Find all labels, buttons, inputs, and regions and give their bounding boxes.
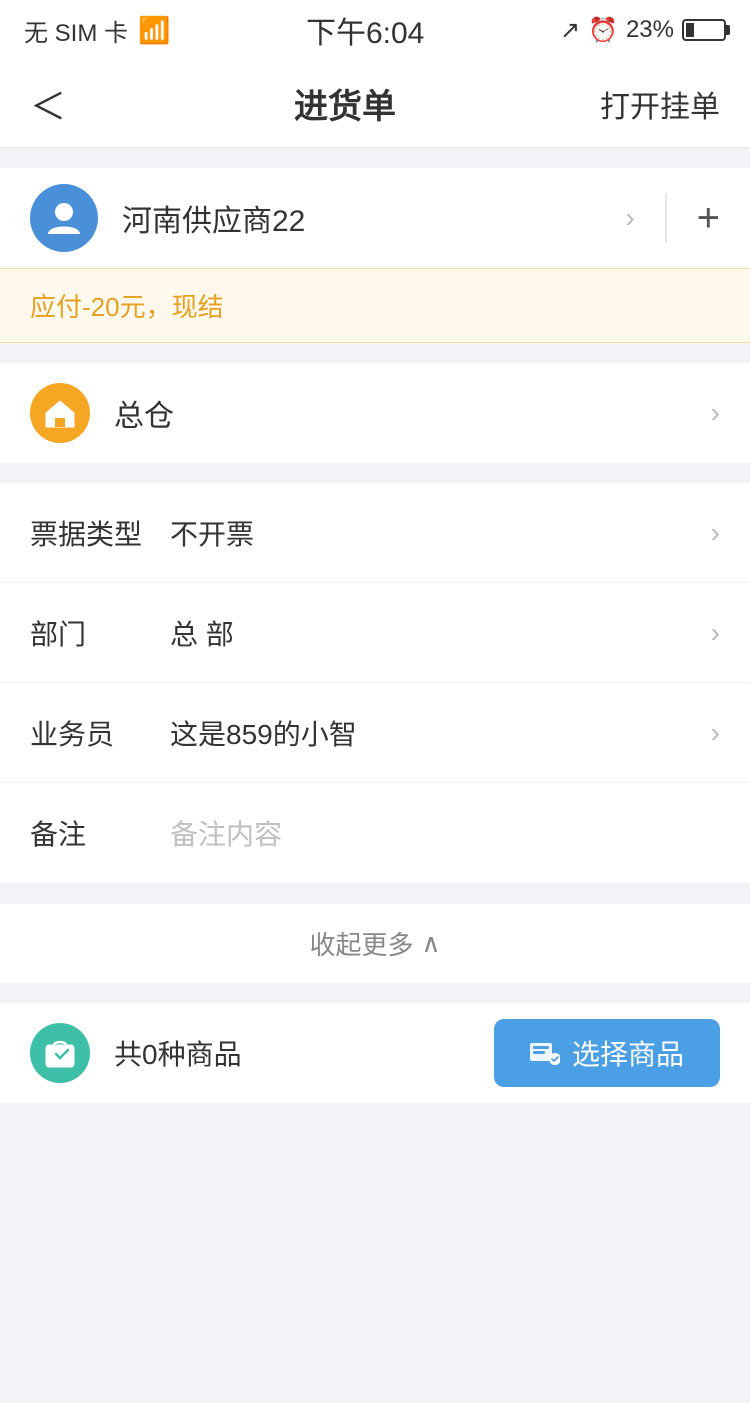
- select-product-button[interactable]: 选择商品: [494, 1019, 720, 1087]
- status-bar: 无 SIM 卡 📶 下午6:04 ↗ ⏰ 23%: [0, 0, 750, 60]
- dept-label: 部门: [30, 613, 170, 653]
- form-section: 票据类型 不开票 › 部门 总 部 › 业务员 这是859的小智 › 备注 备注…: [0, 483, 750, 883]
- status-right: ↗ ⏰ 23%: [560, 16, 726, 45]
- invoice-type-label: 票据类型: [30, 513, 170, 553]
- status-left: 无 SIM 卡 📶: [24, 13, 170, 48]
- remark-label: 备注: [30, 813, 170, 853]
- invoice-type-row[interactable]: 票据类型 不开票 ›: [0, 483, 750, 583]
- supplier-section: 河南供应商22 › + 应付-20元，现结: [0, 168, 750, 343]
- collapse-button[interactable]: 收起更多 ∧: [309, 925, 440, 962]
- status-time: 下午6:04: [306, 8, 424, 52]
- warehouse-chevron-icon: ›: [711, 397, 720, 429]
- open-pending-button[interactable]: 打开挂单: [600, 82, 720, 126]
- warehouse-icon: [30, 383, 90, 443]
- dept-row[interactable]: 部门 总 部 ›: [0, 583, 750, 683]
- nav-bar: ＜ 进货单 打开挂单: [0, 60, 750, 148]
- dept-value: 总 部: [170, 613, 711, 653]
- page-title: 进货单: [294, 79, 396, 128]
- carrier-text: 无 SIM 卡: [24, 13, 128, 48]
- collapse-section: 收起更多 ∧: [0, 903, 750, 983]
- supplier-chevron-icon: ›: [625, 202, 634, 234]
- invoice-chevron-icon: ›: [711, 517, 720, 549]
- dept-chevron-icon: ›: [711, 617, 720, 649]
- supplier-name: 河南供应商22: [122, 196, 625, 240]
- warehouse-row[interactable]: 总仓 ›: [0, 363, 750, 463]
- supplier-avatar: [30, 184, 98, 252]
- battery-icon: [682, 19, 726, 41]
- notice-banner: 应付-20元，现结: [0, 268, 750, 343]
- wifi-icon: 📶: [138, 15, 170, 46]
- collapse-label: 收起更多: [309, 925, 413, 962]
- remaining-area: [0, 1103, 750, 1403]
- salesperson-row[interactable]: 业务员 这是859的小智 ›: [0, 683, 750, 783]
- supplier-divider: [665, 193, 667, 243]
- collapse-icon: ∧: [421, 928, 440, 959]
- warehouse-name: 总仓: [114, 391, 711, 435]
- invoice-type-value: 不开票: [170, 513, 711, 553]
- salesperson-label: 业务员: [30, 713, 170, 753]
- salesperson-value: 这是859的小智: [170, 713, 711, 753]
- remark-input[interactable]: 备注内容: [170, 813, 720, 853]
- battery-percent: 23%: [626, 16, 674, 44]
- section-gap-1: [0, 148, 750, 168]
- product-count-label: 共0种商品: [114, 1033, 494, 1073]
- add-supplier-button[interactable]: +: [697, 196, 720, 241]
- bottom-bar: 共0种商品 选择商品: [0, 1003, 750, 1103]
- location-icon: ↗: [560, 16, 580, 45]
- select-product-label: 选择商品: [572, 1033, 684, 1073]
- salesperson-chevron-icon: ›: [711, 717, 720, 749]
- supplier-row[interactable]: 河南供应商22 › +: [0, 168, 750, 268]
- alarm-icon: ⏰: [588, 16, 618, 45]
- remark-row[interactable]: 备注 备注内容: [0, 783, 750, 883]
- product-icon: [30, 1023, 90, 1083]
- notice-text: 应付-20元，现结: [30, 292, 224, 322]
- back-button[interactable]: ＜: [30, 78, 90, 130]
